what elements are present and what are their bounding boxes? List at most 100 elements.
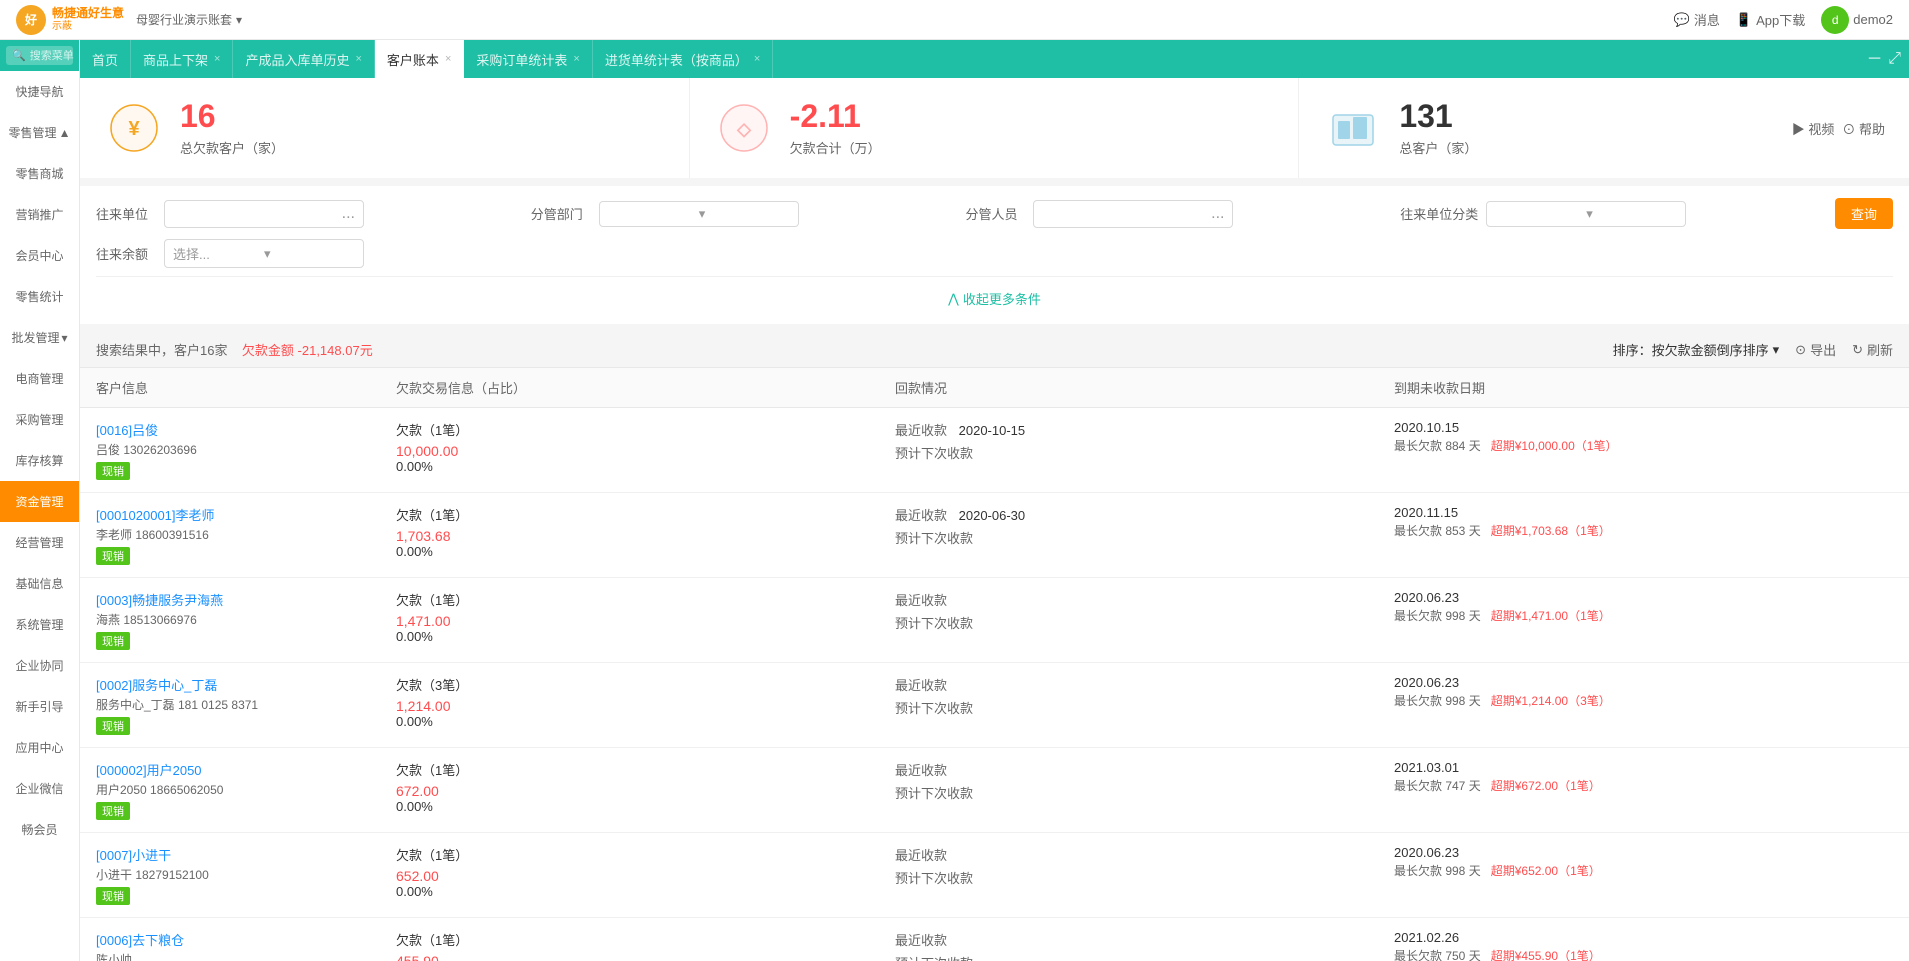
tab-purchase-stats[interactable]: 采购订单统计表 ×	[464, 40, 592, 78]
sidebar-item-ecommerce[interactable]: 电商管理	[0, 358, 79, 399]
sidebar-item-marketing[interactable]: 营销推广	[0, 194, 79, 235]
content-area: 首页 商品上下架 × 产成品入库单历史 × 客户账本 × 采购订单统计表 ×	[80, 40, 1909, 961]
sidebar-item-newbie[interactable]: 新手引导	[0, 686, 79, 727]
video-link[interactable]: ▶ 视频	[1792, 119, 1835, 138]
search-input[interactable]	[30, 50, 80, 62]
customer-info-5: [0007]小进干 小进干 18279152100 现销	[96, 845, 396, 905]
overdue-link-4[interactable]: 超期¥672.00（1笔）	[1491, 779, 1601, 793]
user-menu[interactable]: d demo2	[1821, 6, 1893, 34]
filter-party: 往来单位 ...	[96, 200, 519, 228]
overdue-link-2[interactable]: 超期¥1,471.00（1笔）	[1491, 609, 1611, 623]
debt-info-1: 欠款（1笔） 1,703.68 0.00%	[396, 505, 895, 559]
video-icon: ▶	[1792, 122, 1805, 137]
sidebar-item-app-center[interactable]: 应用中心	[0, 727, 79, 768]
sidebar-item-retail-mall[interactable]: 零售商城	[0, 153, 79, 194]
refresh-button[interactable]: ↻ 刷新	[1852, 340, 1893, 359]
store-selector[interactable]: 母婴行业演示账套 ▾	[136, 11, 242, 28]
overdue-link-3[interactable]: 超期¥1,214.00（3笔）	[1491, 694, 1611, 708]
message-button[interactable]: 💬 消息	[1674, 10, 1720, 29]
tab-finished-goods[interactable]: 产成品入库单历史 ×	[233, 40, 374, 78]
customer-name-4[interactable]: [000002]用户2050	[96, 763, 202, 778]
sidebar-item-system[interactable]: 系统管理	[0, 604, 79, 645]
tab-product-listing-close[interactable]: ×	[214, 53, 220, 65]
debt-amount-3[interactable]: 1,214.00	[396, 698, 895, 714]
stats-section: ¥ 16 总欠款客户（家）	[80, 78, 1909, 178]
table-row: [0002]服务中心_丁磊 服务中心_丁磊 181 0125 8371 现销 欠…	[80, 663, 1909, 748]
sidebar-item-inventory[interactable]: 库存核算	[0, 440, 79, 481]
nav-search: 🔍	[0, 40, 79, 71]
sidebar-item-purchase[interactable]: 采购管理	[0, 399, 79, 440]
sidebar-item-wecom[interactable]: 企业微信	[0, 768, 79, 809]
store-selector-arrow: ▾	[236, 13, 242, 27]
sidebar-item-enterprise[interactable]: 企业协同	[0, 645, 79, 686]
debt-amount-1[interactable]: 1,703.68	[396, 528, 895, 544]
filter-category-select[interactable]: ▾	[1486, 201, 1686, 227]
filter-dept-arrow: ▾	[699, 206, 790, 222]
customer-info-3: [0002]服务中心_丁磊 服务中心_丁磊 181 0125 8371 现销	[96, 675, 396, 735]
sidebar-item-retail-mgmt[interactable]: 零售管理 ▲	[0, 112, 79, 153]
tab-product-listing[interactable]: 商品上下架 ×	[131, 40, 233, 78]
collapse-button[interactable]: ⋀ 收起更多条件	[96, 285, 1893, 312]
recovery-next-0: 预计下次收款	[895, 443, 1394, 462]
debt-amount-2[interactable]: 1,471.00	[396, 613, 895, 629]
filter-balance-select[interactable]: 选择... ▾	[164, 239, 364, 268]
help-link[interactable]: ⊙ 帮助	[1842, 119, 1885, 138]
export-button[interactable]: ⊙ 导出	[1795, 340, 1836, 359]
tab-maximize-button[interactable]: ⤢	[1888, 50, 1901, 68]
sidebar-item-retail-stats[interactable]: 零售统计	[0, 276, 79, 317]
customer-contact-0: 吕俊 13026203696	[96, 441, 396, 458]
sidebar-item-wholesale-mgmt[interactable]: 批发管理 ▾	[0, 317, 79, 358]
tab-minimize-button[interactable]: ─	[1869, 50, 1880, 68]
search-button[interactable]: 查询	[1835, 198, 1893, 229]
tab-inbound-stats[interactable]: 进货单统计表（按商品） ×	[593, 40, 773, 78]
filter-party-input[interactable]: ...	[164, 200, 364, 228]
customer-name-0[interactable]: [0016]吕俊	[96, 423, 158, 438]
customer-info-1: [0001020001]李老师 李老师 18600391516 现销	[96, 505, 396, 565]
tab-customer-ledger-close[interactable]: ×	[445, 53, 451, 65]
app-download-icon: 📱	[1736, 12, 1752, 28]
debt-amount-4[interactable]: 672.00	[396, 783, 895, 799]
customer-badge-0: 现销	[96, 462, 130, 480]
overdue-link-5[interactable]: 超期¥652.00（1笔）	[1491, 864, 1601, 878]
stat-value-debt-total: -2.11	[790, 100, 1275, 132]
customer-name-6[interactable]: [0006]去下粮仓	[96, 933, 184, 948]
sidebar-item-quick-nav[interactable]: 快捷导航	[0, 71, 79, 112]
customer-name-2[interactable]: [0003]畅捷服务尹海燕	[96, 593, 223, 608]
overdue-link-6[interactable]: 超期¥455.90（1笔）	[1491, 949, 1601, 961]
filter-party-label: 往来单位	[96, 204, 156, 223]
overdue-max-1: 最长欠款 853 天 超期¥1,703.68（1笔）	[1394, 522, 1893, 539]
debt-amount-5[interactable]: 652.00	[396, 868, 895, 884]
filter-category-label: 往来单位分类	[1400, 204, 1478, 223]
debt-ratio-1: 0.00%	[396, 544, 895, 559]
customer-name-5[interactable]: [0007]小进干	[96, 848, 171, 863]
header-debt: 欠款交易信息（占比）	[396, 378, 895, 397]
overdue-link-1[interactable]: 超期¥1,703.68（1笔）	[1491, 524, 1611, 538]
debt-amount-6[interactable]: 455.90	[396, 953, 895, 961]
sidebar-item-operations[interactable]: 经营管理	[0, 522, 79, 563]
sidebar-item-finance[interactable]: 资金管理	[0, 481, 79, 522]
debt-amount-0[interactable]: 10,000.00	[396, 443, 895, 459]
overdue-link-0[interactable]: 超期¥10,000.00（1笔）	[1491, 439, 1618, 453]
tab-purchase-stats-close[interactable]: ×	[573, 53, 579, 65]
sidebar-item-basic-info[interactable]: 基础信息	[0, 563, 79, 604]
tab-inbound-stats-close[interactable]: ×	[754, 53, 760, 65]
sidebar-item-member[interactable]: 会员中心	[0, 235, 79, 276]
debt-count-5: 欠款（1笔）	[396, 845, 895, 864]
left-nav: 🔍 快捷导航 零售管理 ▲ 零售商城 营销推广	[0, 40, 80, 961]
table-row: [0003]畅捷服务尹海燕 海燕 18513066976 现销 欠款（1笔） 1…	[80, 578, 1909, 663]
customer-name-3[interactable]: [0002]服务中心_丁磊	[96, 678, 217, 693]
sidebar-item-vip[interactable]: 畅会员	[0, 809, 79, 850]
customer-badge-4: 现销	[96, 802, 130, 820]
top-bar-right: 💬 消息 📱 App下载 d demo2	[1674, 6, 1893, 34]
app-download-button[interactable]: 📱 App下载	[1736, 10, 1805, 29]
debt-count-3: 欠款（3笔）	[396, 675, 895, 694]
sort-selector[interactable]: 排序：按欠款金额倒序排序 ▾	[1613, 340, 1780, 359]
filter-person-input[interactable]: ...	[1033, 200, 1233, 228]
tab-finished-goods-close[interactable]: ×	[355, 53, 361, 65]
debt-info-6: 欠款（1笔） 455.90 0.00%	[396, 930, 895, 961]
customer-name-1[interactable]: [0001020001]李老师	[96, 508, 215, 523]
tab-home[interactable]: 首页	[80, 40, 131, 78]
filter-dept-select[interactable]: ▾	[599, 201, 799, 227]
debt-info-3: 欠款（3笔） 1,214.00 0.00%	[396, 675, 895, 729]
tab-customer-ledger[interactable]: 客户账本 ×	[375, 40, 464, 78]
